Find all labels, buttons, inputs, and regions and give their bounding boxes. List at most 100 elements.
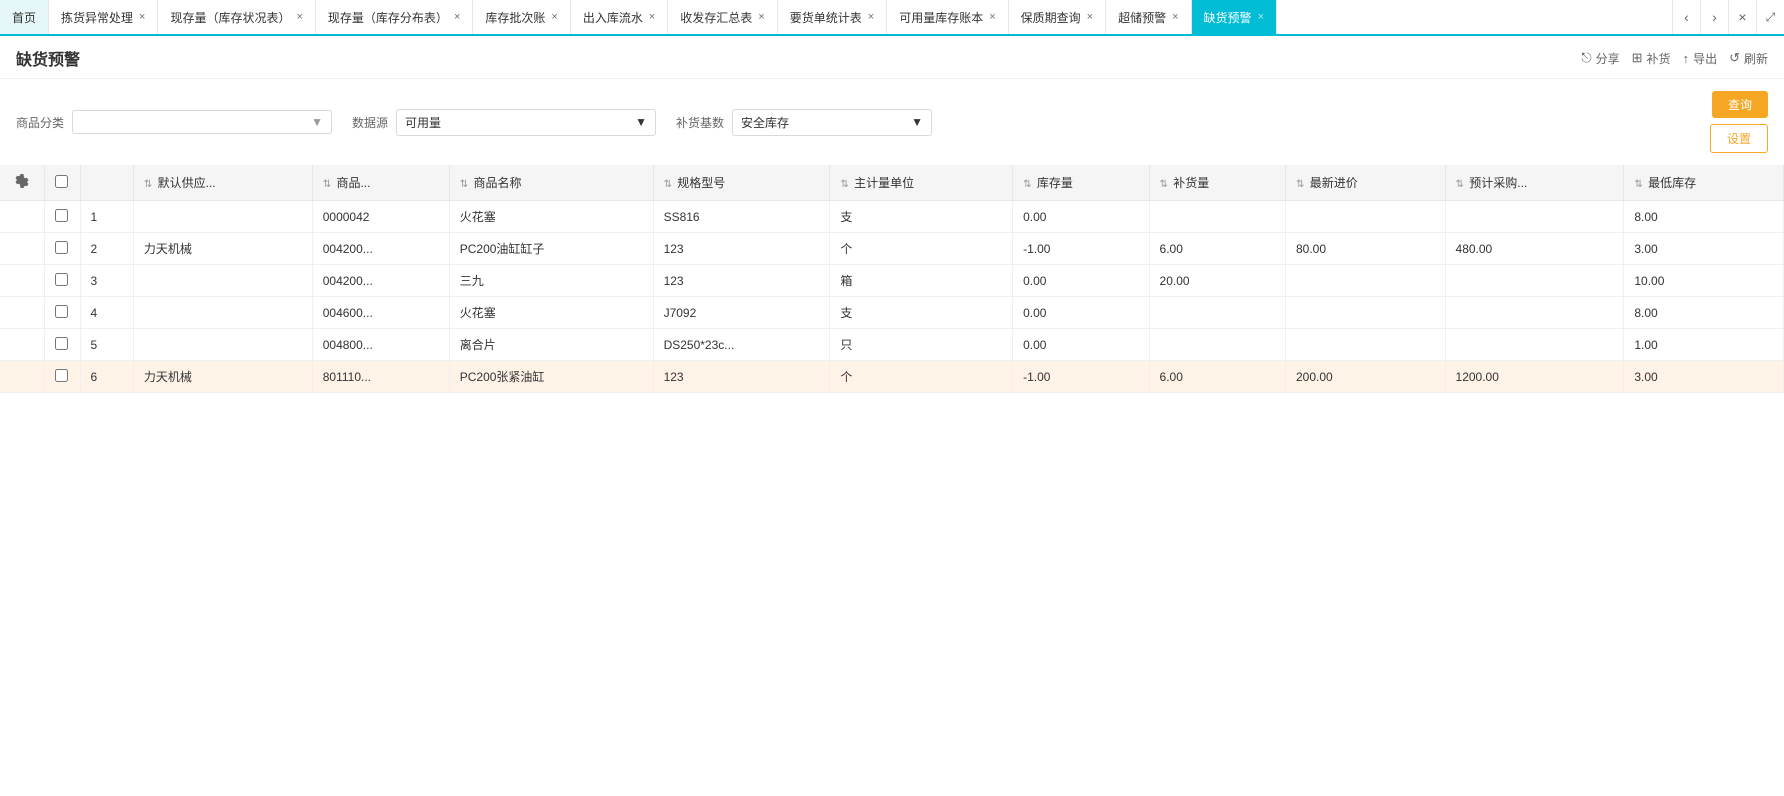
sort-icon-replenish: ⇅ <box>1160 179 1168 190</box>
tab-close-batch-account[interactable]: × <box>551 11 557 23</box>
header-actions: ⎋ 分享 ⊞ 补货 ↑ 导出 ↺ 刷新 <box>1581 50 1768 67</box>
column-checkbox[interactable] <box>44 165 80 201</box>
tab-close-shortage[interactable]: × <box>1258 11 1264 23</box>
tab-expiry-query[interactable]: 保质期查询 × <box>1009 0 1106 34</box>
product-code-cell: 0000042 <box>312 201 449 233</box>
tab-batch-account[interactable]: 库存批次账 × <box>473 0 570 34</box>
column-replenish-qty[interactable]: ⇅ 补货量 <box>1149 165 1285 201</box>
tab-available-ledger[interactable]: 可用量库存账本 × <box>887 0 1008 34</box>
data-table: ⇅ 默认供应... ⇅ 商品... ⇅ 商品名称 ⇅ 规格型号 <box>0 165 1784 393</box>
column-estimated-purchase[interactable]: ⇅ 预计采购... <box>1445 165 1624 201</box>
replenish-base-select[interactable]: 安全库存 ▼ <box>732 109 932 136</box>
spec-cell: 123 <box>653 265 830 297</box>
sort-icon-stock: ⇅ <box>1023 179 1031 190</box>
spec-cell: 123 <box>653 361 830 393</box>
replenish-base-dropdown-icon: ▼ <box>911 115 923 129</box>
checkbox-cell[interactable] <box>44 297 80 329</box>
replenish-qty-cell <box>1149 297 1285 329</box>
tab-collect-summary[interactable]: 收发存汇总表 × <box>668 0 777 34</box>
category-select[interactable]: ▼ <box>72 110 332 134</box>
query-button[interactable]: 查询 <box>1712 91 1768 118</box>
unit-cell: 箱 <box>830 265 1013 297</box>
settings-button[interactable]: 设置 <box>1710 124 1768 153</box>
row-checkbox[interactable] <box>55 241 68 254</box>
replenish-qty-cell <box>1149 201 1285 233</box>
row-checkbox[interactable] <box>55 209 68 222</box>
min-stock-cell: 3.00 <box>1624 233 1784 265</box>
min-stock-cell: 3.00 <box>1624 361 1784 393</box>
spec-cell: SS816 <box>653 201 830 233</box>
refresh-button[interactable]: ↺ 刷新 <box>1729 50 1768 67</box>
tab-nav-expand[interactable]: ⤢ <box>1756 0 1784 35</box>
tab-inventory-dist[interactable]: 现存量（库存分布表） × <box>316 0 473 34</box>
tab-nav-next[interactable]: › <box>1700 0 1728 35</box>
tab-close-available-ledger[interactable]: × <box>989 11 995 23</box>
tab-overstock[interactable]: 超储预警 × <box>1106 0 1191 34</box>
checkbox-cell[interactable] <box>44 233 80 265</box>
product-name-cell: 火花塞 <box>449 297 653 329</box>
column-product-code[interactable]: ⇅ 商品... <box>312 165 449 201</box>
tab-nav-prev[interactable]: ‹ <box>1672 0 1700 35</box>
tab-close-expiry-query[interactable]: × <box>1087 11 1093 23</box>
gear-cell <box>0 265 44 297</box>
latest-price-cell <box>1285 297 1445 329</box>
tab-close-demand-stat[interactable]: × <box>868 11 874 23</box>
table-row: 2力天机械004200...PC200油缸缸子123个-1.006.0080.0… <box>0 233 1784 265</box>
export-button[interactable]: ↑ 导出 <box>1683 50 1718 67</box>
tab-close-in-out-flow[interactable]: × <box>649 11 655 23</box>
gear-cell <box>0 361 44 393</box>
select-all-checkbox[interactable] <box>55 175 68 188</box>
column-min-stock[interactable]: ⇅ 最低库存 <box>1624 165 1784 201</box>
tab-close-collect-summary[interactable]: × <box>758 11 764 23</box>
sort-icon-price: ⇅ <box>1296 179 1304 190</box>
column-unit[interactable]: ⇅ 主计量单位 <box>830 165 1013 201</box>
share-button[interactable]: ⎋ 分享 <box>1581 50 1619 67</box>
tab-demand-stat[interactable]: 要货单统计表 × <box>778 0 887 34</box>
spec-cell: DS250*23c... <box>653 329 830 361</box>
replenish-base-value: 安全库存 <box>741 114 789 131</box>
row-checkbox[interactable] <box>55 337 68 350</box>
table-row: 6力天机械801110...PC200张紧油缸123个-1.006.00200.… <box>0 361 1784 393</box>
replenish-qty-cell: 20.00 <box>1149 265 1285 297</box>
column-stock-qty[interactable]: ⇅ 库存量 <box>1013 165 1149 201</box>
row-checkbox[interactable] <box>55 273 68 286</box>
default-supplier-cell: 力天机械 <box>133 233 312 265</box>
replenish-button[interactable]: ⊞ 补货 <box>1632 50 1671 67</box>
tab-nav-close[interactable]: × <box>1728 0 1756 35</box>
default-supplier-cell <box>133 329 312 361</box>
tab-nav-buttons: ‹ › × ⤢ <box>1672 0 1784 35</box>
product-code-cell: 004800... <box>312 329 449 361</box>
tab-shortage[interactable]: 缺货预警 × <box>1192 0 1277 34</box>
checkbox-cell[interactable] <box>44 265 80 297</box>
gear-icon <box>14 173 30 189</box>
checkbox-cell[interactable] <box>44 329 80 361</box>
tab-close-exception[interactable]: × <box>139 11 145 23</box>
default-supplier-cell <box>133 265 312 297</box>
tab-close-inventory-dist[interactable]: × <box>454 11 460 23</box>
tab-exception[interactable]: 拣货异常处理 × <box>49 0 158 34</box>
tab-inventory-status[interactable]: 现存量（库存状况表） × <box>158 0 315 34</box>
tab-home[interactable]: 首页 <box>0 0 49 34</box>
checkbox-cell[interactable] <box>44 201 80 233</box>
column-spec[interactable]: ⇅ 规格型号 <box>653 165 830 201</box>
tab-in-out-flow[interactable]: 出入库流水 × <box>571 0 668 34</box>
table-row: 5004800...离合片DS250*23c...只0.001.00 <box>0 329 1784 361</box>
row-num-cell: 2 <box>80 233 133 265</box>
column-gear[interactable] <box>0 165 44 201</box>
row-checkbox[interactable] <box>55 305 68 318</box>
row-checkbox[interactable] <box>55 369 68 382</box>
column-latest-price[interactable]: ⇅ 最新进价 <box>1285 165 1445 201</box>
tab-close-overstock[interactable]: × <box>1172 11 1178 23</box>
product-name-cell: 三九 <box>449 265 653 297</box>
column-product-name[interactable]: ⇅ 商品名称 <box>449 165 653 201</box>
checkbox-cell[interactable] <box>44 361 80 393</box>
estimated-purchase-cell <box>1445 201 1624 233</box>
datasource-select[interactable]: 可用量 ▼ <box>396 109 656 136</box>
row-num-cell: 3 <box>80 265 133 297</box>
datasource-dropdown-icon: ▼ <box>635 115 647 129</box>
default-supplier-cell <box>133 297 312 329</box>
column-default-supplier[interactable]: ⇅ 默认供应... <box>133 165 312 201</box>
category-dropdown-icon: ▼ <box>311 115 323 129</box>
tab-close-inventory-status[interactable]: × <box>296 11 302 23</box>
unit-cell: 支 <box>830 201 1013 233</box>
